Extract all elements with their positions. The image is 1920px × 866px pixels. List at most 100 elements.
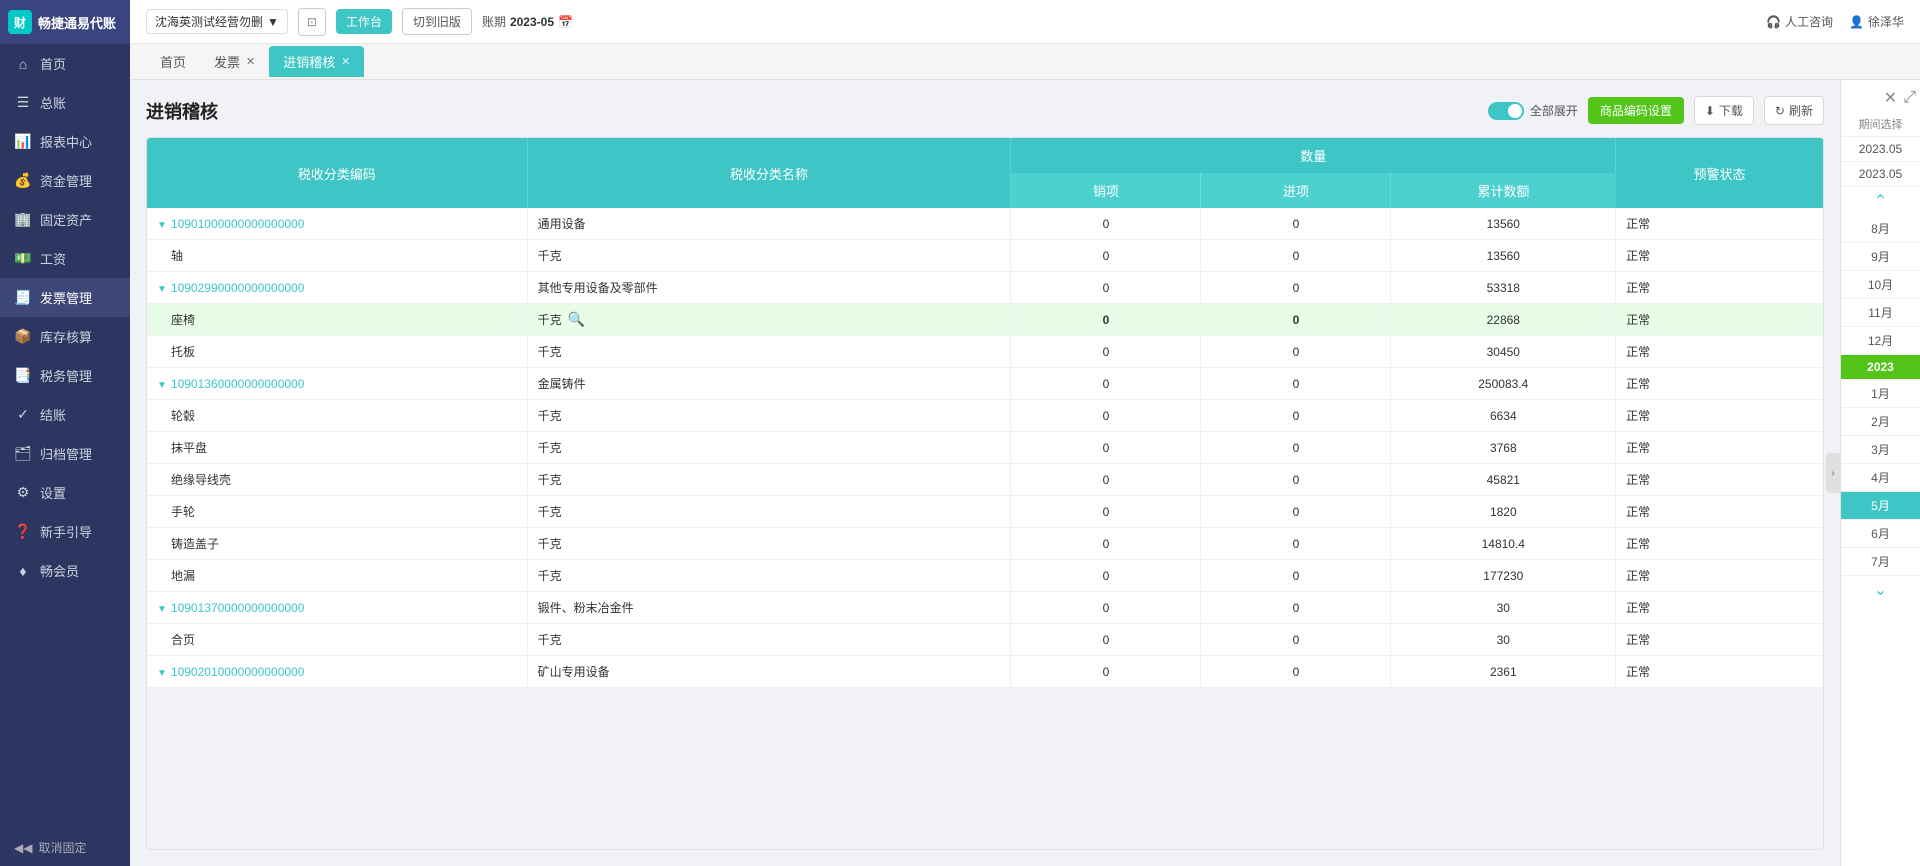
old-version-button[interactable]: 切到旧版 xyxy=(402,8,472,35)
company-selector[interactable]: 沈海英测试经营勿删 ▼ xyxy=(146,9,288,34)
sidebar-item-label: 库存核算 xyxy=(40,327,92,346)
search-icon[interactable]: 🔍 xyxy=(568,311,585,327)
period-month-item[interactable]: 1月 xyxy=(1841,380,1920,408)
toggle-knob xyxy=(1508,104,1522,118)
cell-total: 177230 xyxy=(1391,560,1616,592)
sidebar-item-settings[interactable]: ⚙ 设置 xyxy=(0,473,130,512)
period-display: 账期 2023-05 📅 xyxy=(482,13,573,30)
tab-invoice-close[interactable]: ✕ xyxy=(246,55,255,68)
sidebar-item-label: 固定资产 xyxy=(40,210,92,229)
sidebar-item-inventory[interactable]: 📦 库存核算 xyxy=(0,317,130,356)
cell-code[interactable]: ▼10902010000000000000 xyxy=(147,656,527,688)
item-name: 地漏 xyxy=(171,569,195,583)
th-total: 累计数额 xyxy=(1391,173,1616,208)
period-header-label: 期间选择 xyxy=(1841,112,1920,137)
user-icon: 👤 xyxy=(1849,15,1864,29)
period-item-2[interactable]: 2023.05 xyxy=(1841,162,1920,187)
period-month-item[interactable]: 7月 xyxy=(1841,548,1920,576)
table-row: ▼10901360000000000000金属铸件00250083.4正常 xyxy=(147,368,1823,400)
download-button[interactable]: ⬇ 下载 xyxy=(1694,96,1754,125)
cell-sale: 0 xyxy=(1011,560,1201,592)
collapse-icon[interactable]: ▼ xyxy=(157,220,167,231)
period-year-item[interactable]: 2023 xyxy=(1841,355,1920,380)
period-month-item[interactable]: 8月 xyxy=(1841,215,1920,243)
tab-reconcile-close[interactable]: ✕ xyxy=(341,55,350,68)
period-month-item[interactable]: 11月 xyxy=(1841,299,1920,327)
sidebar-item-tax[interactable]: 📑 税务管理 xyxy=(0,356,130,395)
period-month-item[interactable]: 5月 xyxy=(1841,492,1920,520)
sidebar-item-label: 税务管理 xyxy=(40,366,92,385)
cell-sale: 0 xyxy=(1011,624,1201,656)
sidebar-item-checkout[interactable]: ✓ 结账 xyxy=(0,395,130,434)
tab-home[interactable]: 首页 xyxy=(146,46,200,77)
group-code: 10902990000000000000 xyxy=(171,281,304,295)
table-row: 轴千克0013560正常 xyxy=(147,240,1823,272)
sidebar-item-archive[interactable]: 🗂 归档管理 xyxy=(0,434,130,473)
tab-reconcile[interactable]: 进销稽核 ✕ xyxy=(269,46,364,77)
cell-purchase: 0 xyxy=(1201,464,1391,496)
table-row: 抹平盘千克003768正常 xyxy=(147,432,1823,464)
cell-code: 地漏 xyxy=(147,560,527,592)
sidebar-item-home[interactable]: ⌂ 首页 xyxy=(0,44,130,83)
cell-code[interactable]: ▼10901360000000000000 xyxy=(147,368,527,400)
period-month-item[interactable]: 10月 xyxy=(1841,271,1920,299)
collapse-icon[interactable]: ▼ xyxy=(157,604,167,615)
panel-toggle[interactable]: › xyxy=(1826,453,1840,493)
product-code-button[interactable]: 商品编码设置 xyxy=(1588,97,1684,124)
sidebar-item-ledger[interactable]: ☰ 总账 xyxy=(0,83,130,122)
sidebar-item-salary[interactable]: 💵 工资 xyxy=(0,239,130,278)
period-month-item[interactable]: 6月 xyxy=(1841,520,1920,548)
collapse-icon[interactable]: ▼ xyxy=(157,380,167,391)
tab-invoice[interactable]: 发票 ✕ xyxy=(200,46,269,77)
sidebar-item-assets[interactable]: 🏢 固定资产 xyxy=(0,200,130,239)
archive-icon-btn[interactable]: ⊡ xyxy=(298,8,326,36)
funds-icon: 💰 xyxy=(14,172,32,189)
user-name: 徐泽华 xyxy=(1868,13,1904,30)
sidebar-item-label: 结账 xyxy=(40,405,66,424)
expand-panel-icon[interactable]: ⤢ xyxy=(1903,89,1916,107)
period-month-item[interactable]: 9月 xyxy=(1841,243,1920,271)
cell-code[interactable]: ▼10901370000000000000 xyxy=(147,592,527,624)
sidebar-item-member[interactable]: ♦ 畅会员 xyxy=(0,551,130,590)
calendar-icon[interactable]: 📅 xyxy=(558,15,573,29)
cell-sale: 0 xyxy=(1011,528,1201,560)
expand-label: 全部展开 xyxy=(1530,102,1578,119)
th-tax-name: 税收分类名称 xyxy=(527,138,1011,208)
cell-code[interactable]: ▼ 10902990000000000000 xyxy=(147,272,527,304)
support-label: 人工咨询 xyxy=(1785,13,1833,30)
collapse-icon[interactable]: ▼ xyxy=(157,668,167,679)
expand-toggle[interactable] xyxy=(1488,102,1524,120)
period-month-item[interactable]: 4月 xyxy=(1841,464,1920,492)
support-button[interactable]: 🎧 人工咨询 xyxy=(1766,13,1833,30)
sidebar-item-funds[interactable]: 💰 资金管理 xyxy=(0,161,130,200)
user-profile[interactable]: 👤 徐泽华 xyxy=(1849,13,1904,30)
close-panel-icon[interactable]: ✕ xyxy=(1884,88,1897,108)
collapse-icon[interactable]: ▼ xyxy=(157,284,167,295)
topbar: 沈海英测试经营勿删 ▼ ⊡ 工作台 切到旧版 账期 2023-05 📅 🎧 人工… xyxy=(130,0,1920,44)
sidebar-item-guide[interactable]: ❓ 新手引导 xyxy=(0,512,130,551)
cell-name: 千克 xyxy=(527,240,1011,272)
sidebar-unpin[interactable]: ◀◀ 取消固定 xyxy=(0,829,130,866)
scroll-down-nav[interactable]: ⌄ xyxy=(1870,576,1891,604)
sidebar-item-reports[interactable]: 📊 报表中心 xyxy=(0,122,130,161)
cell-code[interactable]: ▼10901000000000000000 xyxy=(147,208,527,240)
period-item-1[interactable]: 2023.05 xyxy=(1841,137,1920,162)
refresh-button[interactable]: ↻ 刷新 xyxy=(1764,96,1824,125)
cell-status: 正常 xyxy=(1616,496,1823,528)
scroll-up-nav[interactable]: ⌃ xyxy=(1870,187,1891,215)
cell-total: 30 xyxy=(1391,592,1616,624)
cell-name: 千克 xyxy=(527,496,1011,528)
tab-invoice-label: 发票 xyxy=(214,52,240,71)
table-body: ▼10901000000000000000通用设备0013560正常轴千克001… xyxy=(147,208,1823,688)
cell-name: 千克 xyxy=(527,400,1011,432)
period-month-item[interactable]: 12月 xyxy=(1841,327,1920,355)
period-month-item[interactable]: 3月 xyxy=(1841,436,1920,464)
table-row: 合页千克0030正常 xyxy=(147,624,1823,656)
period-month-item[interactable]: 2月 xyxy=(1841,408,1920,436)
workspace-button[interactable]: 工作台 xyxy=(336,9,392,34)
expand-toggle-wrap: 全部展开 xyxy=(1488,102,1578,120)
download-label: 下载 xyxy=(1719,102,1743,119)
th-sale: 销项 xyxy=(1011,173,1201,208)
checkout-icon: ✓ xyxy=(14,406,32,423)
sidebar-item-invoice[interactable]: 🧾 发票管理 xyxy=(0,278,130,317)
